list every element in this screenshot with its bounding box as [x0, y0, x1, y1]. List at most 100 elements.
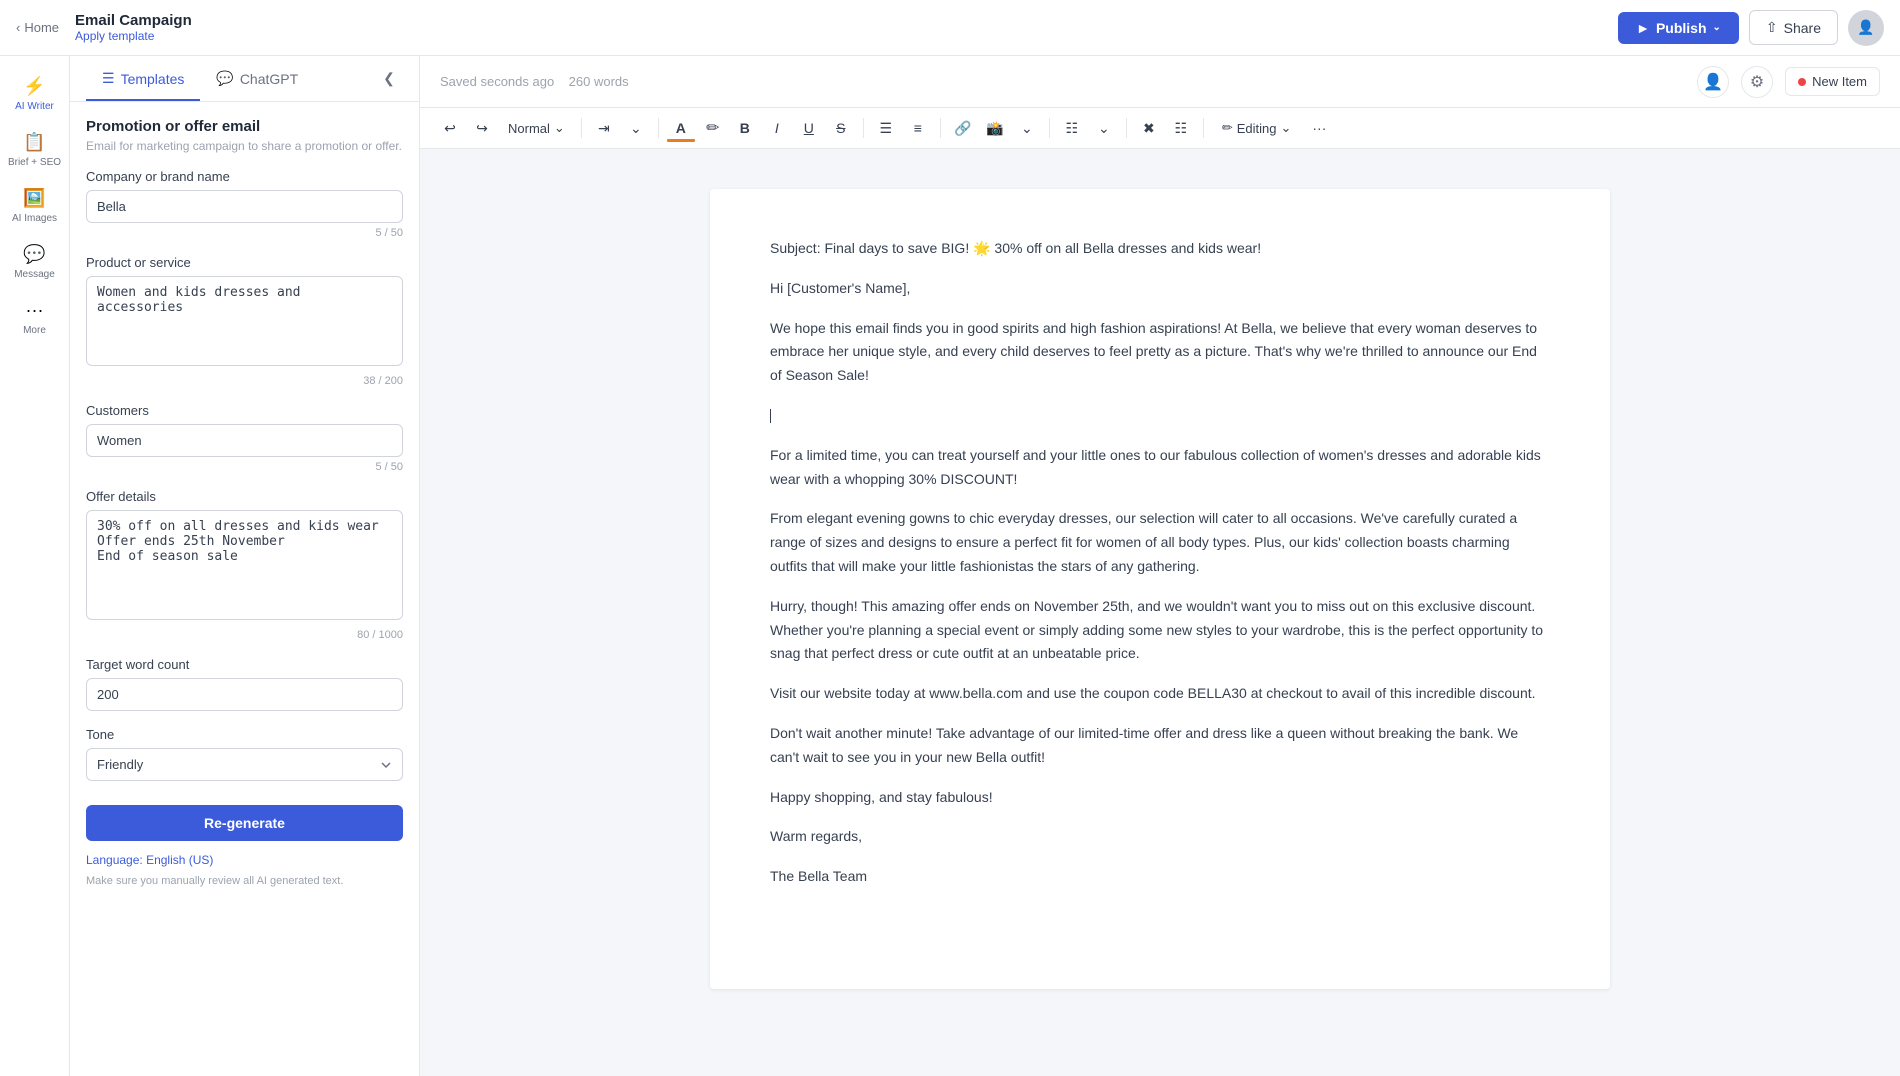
redo-button[interactable]: ↪ [468, 114, 496, 142]
language-text: Language: [86, 853, 143, 867]
bold-button[interactable]: B [731, 114, 759, 142]
toolbar-sep-5 [1049, 118, 1050, 138]
product-textarea[interactable]: Women and kids dresses and accessories [86, 276, 403, 366]
toolbar-sep-1 [581, 118, 582, 138]
image-chevron-button[interactable]: ⌄ [1013, 114, 1041, 142]
panel-body: Promotion or offer email Email for marke… [70, 102, 419, 1076]
sidebar-item-label-brief-seo: Brief + SEO [8, 157, 61, 168]
word-count: 260 words [569, 74, 629, 89]
user-icon-btn[interactable]: 👤 [1697, 66, 1729, 98]
top-nav: ‹ Home Email Campaign Apply template ► P… [0, 0, 1900, 56]
bullet-list-button[interactable]: ☰ [872, 114, 900, 142]
more-options-btn[interactable]: ☷ [1167, 114, 1195, 142]
italic-button[interactable]: I [763, 114, 791, 142]
avatar[interactable]: 👤 [1848, 10, 1884, 46]
company-input[interactable] [86, 190, 403, 223]
saved-info: Saved seconds ago 260 words [440, 74, 629, 89]
sidebar-item-message[interactable]: 💬 Message [0, 236, 69, 288]
product-field-group: Product or service Women and kids dresse… [86, 255, 403, 387]
pencil-icon: ✏ [1222, 120, 1233, 136]
email-para7: Happy shopping, and stay fabulous! [770, 786, 1550, 810]
message-icon: 💬 [23, 244, 45, 265]
company-counter: 5 / 50 [86, 227, 403, 239]
customers-input[interactable] [86, 424, 403, 457]
editing-dropdown[interactable]: ✏ Editing ⌄ [1212, 116, 1302, 140]
email-cursor-line [770, 404, 1550, 428]
sidebar-item-brief-seo[interactable]: 📋 Brief + SEO [0, 124, 69, 176]
language-value[interactable]: English (US) [146, 853, 213, 867]
publish-icon: ► [1636, 20, 1650, 36]
image-button[interactable]: 📸 [981, 114, 1009, 142]
disclaimer-text: Make sure you manually review all AI gen… [86, 875, 403, 887]
new-item-button[interactable]: New Item [1785, 67, 1880, 96]
style-chevron-icon: ⌄ [554, 120, 565, 136]
brief-seo-icon: 📋 [23, 132, 45, 153]
apply-template-link[interactable]: Apply template [75, 29, 192, 43]
sidebar-item-ai-images[interactable]: 🖼️ AI Images [0, 180, 69, 232]
main-layout: ⚡ AI Writer 📋 Brief + SEO 🖼️ AI Images 💬… [0, 56, 1900, 1076]
email-closing: Warm regards, [770, 825, 1550, 849]
font-color-underline [667, 139, 695, 142]
offer-counter: 80 / 1000 [86, 629, 403, 641]
back-link-label: Home [24, 20, 59, 35]
top-nav-right: ► Publish ⌄ ⇧ Share 👤 [1618, 10, 1884, 46]
editor-topbar: Saved seconds ago 260 words 👤 ⚙ New Item [420, 56, 1900, 108]
offer-field-group: Offer details 30% off on all dresses and… [86, 489, 403, 641]
company-label: Company or brand name [86, 169, 403, 184]
toolbar-sep-2 [658, 118, 659, 138]
more-toolbar-options[interactable]: ··· [1305, 114, 1333, 142]
sidebar-item-more[interactable]: ··· More [0, 292, 69, 344]
chatgpt-tab-icon: 💬 [216, 70, 233, 87]
table-button[interactable]: ☷ [1058, 114, 1086, 142]
tab-templates[interactable]: ☰ Templates [86, 56, 200, 101]
editor-topbar-left: Saved seconds ago 260 words [440, 74, 629, 89]
code-button[interactable]: ✖ [1135, 114, 1163, 142]
page-title: Email Campaign [75, 12, 192, 29]
link-button[interactable]: 🔗 [949, 114, 977, 142]
strikethrough-button[interactable]: S [827, 114, 855, 142]
email-para2: For a limited time, you can treat yourse… [770, 444, 1550, 492]
settings-icon-btn[interactable]: ⚙ [1741, 66, 1773, 98]
editing-label: Editing [1237, 121, 1277, 136]
numbered-list-button[interactable]: ≡ [904, 114, 932, 142]
saved-text: Saved seconds ago [440, 74, 554, 89]
style-dropdown[interactable]: Normal ⌄ [500, 116, 573, 140]
share-icon: ⇧ [1766, 19, 1778, 36]
align-button[interactable]: ⇥ [590, 114, 618, 142]
toolbar-sep-3 [863, 118, 864, 138]
section-title: Promotion or offer email [86, 118, 403, 135]
panel: ☰ Templates 💬 ChatGPT ❮ Promotion or off… [70, 56, 420, 1076]
editor-area: Saved seconds ago 260 words 👤 ⚙ New Item… [420, 56, 1900, 1076]
align-chevron-button[interactable]: ⌄ [622, 114, 650, 142]
wordcount-input[interactable] [86, 678, 403, 711]
font-color-button[interactable]: A [667, 114, 695, 142]
offer-textarea[interactable]: 30% off on all dresses and kids wear Off… [86, 510, 403, 620]
email-para5: Visit our website today at www.bella.com… [770, 682, 1550, 706]
wordcount-label: Target word count [86, 657, 403, 672]
icon-sidebar: ⚡ AI Writer 📋 Brief + SEO 🖼️ AI Images 💬… [0, 56, 70, 1076]
email-para1: We hope this email finds you in good spi… [770, 317, 1550, 388]
tab-chatgpt[interactable]: 💬 ChatGPT [200, 56, 314, 101]
undo-button[interactable]: ↩ [436, 114, 464, 142]
templates-tab-icon: ☰ [102, 70, 115, 87]
company-field-group: Company or brand name 5 / 50 [86, 169, 403, 239]
style-label: Normal [508, 121, 550, 136]
sidebar-item-ai-writer[interactable]: ⚡ AI Writer [0, 68, 69, 120]
editor-paper[interactable]: Subject: Final days to save BIG! 🌟 30% o… [710, 189, 1610, 989]
email-signature: The Bella Team [770, 865, 1550, 889]
underline-button[interactable]: U [795, 114, 823, 142]
publish-button[interactable]: ► Publish ⌄ [1618, 12, 1739, 44]
product-counter: 38 / 200 [86, 375, 403, 387]
toolbar-sep-7 [1203, 118, 1204, 138]
regenerate-button[interactable]: Re-generate [86, 805, 403, 841]
nav-title: Email Campaign Apply template [75, 12, 192, 43]
highlight-button[interactable]: ✏ [699, 114, 727, 142]
editor-topbar-right: 👤 ⚙ New Item [1697, 66, 1880, 98]
section-desc: Email for marketing campaign to share a … [86, 139, 403, 153]
tone-select[interactable]: Friendly Professional Casual Formal Witt… [86, 748, 403, 781]
editor-content[interactable]: Subject: Final days to save BIG! 🌟 30% o… [420, 149, 1900, 1076]
share-button[interactable]: ⇧ Share [1749, 10, 1838, 45]
panel-collapse-button[interactable]: ❮ [375, 65, 403, 93]
table-chevron-button[interactable]: ⌄ [1090, 114, 1118, 142]
back-link[interactable]: ‹ Home [16, 20, 59, 35]
